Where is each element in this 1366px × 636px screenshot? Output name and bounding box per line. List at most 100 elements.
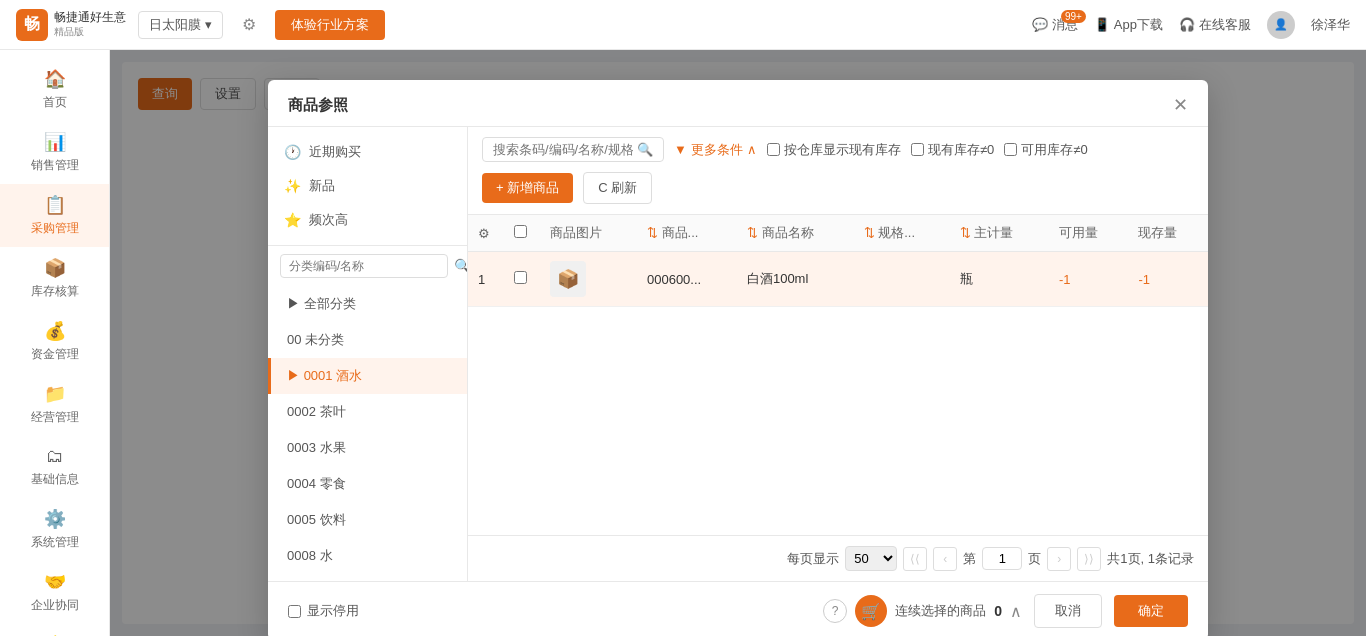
th-code[interactable]: ⇅ 商品... <box>637 215 737 252</box>
modal-title: 商品参照 <box>288 96 348 115</box>
home-icon: 🏠 <box>44 68 66 90</box>
select-all-checkbox[interactable] <box>514 225 527 238</box>
cart-area: ? 🛒 连续选择的商品 0 ∧ <box>823 595 1022 627</box>
first-page-btn[interactable]: ⟨⟨ <box>903 547 927 571</box>
page-word: 第 <box>963 550 976 568</box>
modal-header: 商品参照 ✕ <box>268 80 1208 127</box>
sidebar-item-basic[interactable]: 🗂 基础信息 <box>0 436 109 498</box>
checkbox-usable-ne0[interactable] <box>1004 143 1017 156</box>
basic-icon: 🗂 <box>46 446 64 467</box>
sidebar-label-finance: 资金管理 <box>31 346 79 363</box>
category-search-icon[interactable]: 🔍 <box>454 258 468 274</box>
product-thumbnail: 📦 <box>550 261 586 297</box>
th-spec[interactable]: ⇅ 规格... <box>854 215 950 252</box>
sales-icon: 📊 <box>44 131 66 153</box>
checkbox-warehouse-label[interactable]: 按仓库显示现有库存 <box>767 141 901 159</box>
page-number-input[interactable] <box>982 547 1022 570</box>
th-name[interactable]: ⇅ 商品名称 <box>737 215 854 252</box>
th-checkbox[interactable] <box>504 215 540 252</box>
product-search-input[interactable] <box>493 142 633 157</box>
cell-code: 000600... <box>637 252 737 307</box>
sidebar-item-home[interactable]: 🏠 首页 <box>0 58 109 121</box>
sidebar-item-guide[interactable]: 🌟 新手引导 <box>0 624 109 636</box>
cell-checkbox[interactable] <box>504 252 540 307</box>
table-row[interactable]: 1 📦 000600... 白酒100ml 瓶 <box>468 252 1208 307</box>
top-nav: 畅 畅捷通好生意 精品版 日太阳膜 ▾ ⚙ 体验行业方案 💬 消息 99+ 📱 … <box>0 0 1366 50</box>
category-item-0003[interactable]: 0003 水果 <box>268 430 467 466</box>
category-list: ▶ 全部分类 00 未分类 ▶ 0001 酒水 0002 茶叶 <box>268 286 467 581</box>
sidebar: 🏠 首页 📊 销售管理 📋 采购管理 📦 库存核算 💰 资金管理 📁 经营管理 … <box>0 50 110 636</box>
pagination: 每页显示 50 100 200 ⟨⟨ ‹ 第 页 › <box>468 535 1208 581</box>
cell-stock: -1 <box>1128 252 1208 307</box>
sidebar-item-sales[interactable]: 📊 销售管理 <box>0 121 109 184</box>
cell-unit: 瓶 <box>950 252 1049 307</box>
checkbox-stock-label[interactable]: 现有库存≠0 <box>911 141 994 159</box>
star-icon: ⭐ <box>284 212 301 228</box>
search-icon[interactable]: 🔍 <box>637 142 653 157</box>
purchase-icon: 📋 <box>44 194 66 216</box>
sort-icon-name: ⇅ <box>747 225 758 240</box>
category-item-00[interactable]: 00 未分类 <box>268 322 467 358</box>
tab-frequent[interactable]: ⭐ 频次高 <box>268 203 467 237</box>
filter-btn[interactable]: ▼ 更多条件 ∧ <box>674 141 757 159</box>
nav-right: 💬 消息 99+ 📱 App下载 🎧 在线客服 👤 徐泽华 <box>1032 11 1350 39</box>
app-download-btn[interactable]: 📱 App下载 <box>1094 16 1163 34</box>
online-service-btn[interactable]: 🎧 在线客服 <box>1179 16 1251 34</box>
th-settings[interactable]: ⚙ <box>468 215 504 252</box>
last-page-btn[interactable]: ⟩⟩ <box>1077 547 1101 571</box>
sidebar-item-enterprise[interactable]: 🤝 企业协同 <box>0 561 109 624</box>
category-item-0001[interactable]: ▶ 0001 酒水 <box>268 358 467 394</box>
collapse-cart-icon[interactable]: ∧ <box>1010 602 1022 621</box>
product-reference-modal: 商品参照 ✕ 🕐 近期购买 ✨ <box>268 80 1208 636</box>
cart-count: 0 <box>994 603 1002 619</box>
page-size-select[interactable]: 50 100 200 <box>845 546 897 571</box>
table-header-row: ⚙ 商品图片 ⇅ 商品... ⇅ <box>468 215 1208 252</box>
category-item-0004[interactable]: 0004 零食 <box>268 466 467 502</box>
th-usable: 可用量 <box>1049 215 1128 252</box>
modal-close-btn[interactable]: ✕ <box>1173 94 1188 116</box>
row-checkbox[interactable] <box>514 271 527 284</box>
sidebar-item-purchase[interactable]: 📋 采购管理 <box>0 184 109 247</box>
sidebar-item-system[interactable]: ⚙️ 系统管理 <box>0 498 109 561</box>
category-item-0002[interactable]: 0002 茶叶 <box>268 394 467 430</box>
sort-icon-unit: ⇅ <box>960 225 971 240</box>
avatar: 👤 <box>1267 11 1295 39</box>
refresh-btn[interactable]: C 刷新 <box>583 172 652 204</box>
page-word2: 页 <box>1028 550 1041 568</box>
sidebar-item-operation[interactable]: 📁 经营管理 <box>0 373 109 436</box>
experience-btn[interactable]: 体验行业方案 <box>275 10 385 40</box>
show-disabled-checkbox[interactable] <box>288 605 301 618</box>
sidebar-item-finance[interactable]: 💰 资金管理 <box>0 310 109 373</box>
right-panel: 🔍 ▼ 更多条件 ∧ 按仓库显示现有库存 <box>468 127 1208 581</box>
main-layout: 🏠 首页 📊 销售管理 📋 采购管理 📦 库存核算 💰 资金管理 📁 经营管理 … <box>0 50 1366 636</box>
tab-recent-purchase[interactable]: 🕐 近期购买 <box>268 135 467 169</box>
add-product-btn[interactable]: + 新增商品 <box>482 173 573 203</box>
category-item-0005[interactable]: 0005 饮料 <box>268 502 467 538</box>
help-btn[interactable]: ? <box>823 599 847 623</box>
modal-overlay: 商品参照 ✕ 🕐 近期购买 ✨ <box>110 50 1366 636</box>
show-disabled-label[interactable]: 显示停用 <box>288 602 359 620</box>
category-item-0010[interactable]: 0010 家电 <box>268 574 467 581</box>
cell-index: 1 <box>468 252 504 307</box>
category-item-0008[interactable]: 0008 水 <box>268 538 467 574</box>
product-search-bar: 🔍 <box>482 137 664 162</box>
left-panel: 🕐 近期购买 ✨ 新品 ⭐ 频次高 <box>268 127 468 581</box>
tab-new-products[interactable]: ✨ 新品 <box>268 169 467 203</box>
cancel-btn[interactable]: 取消 <box>1034 594 1102 628</box>
checkbox-usable-label[interactable]: 可用库存≠0 <box>1004 141 1087 159</box>
confirm-btn[interactable]: 确定 <box>1114 595 1188 627</box>
branch-dropdown[interactable]: 日太阳膜 ▾ <box>138 11 223 39</box>
sidebar-label-operation: 经营管理 <box>31 409 79 426</box>
cart-btn[interactable]: 🛒 <box>855 595 887 627</box>
gear-button[interactable]: ⚙ <box>235 11 263 39</box>
th-unit[interactable]: ⇅ 主计量 <box>950 215 1049 252</box>
category-search-input[interactable] <box>280 254 448 278</box>
sidebar-label-enterprise: 企业协同 <box>31 597 79 614</box>
checkbox-warehouse[interactable] <box>767 143 780 156</box>
category-item-all[interactable]: ▶ 全部分类 <box>268 286 467 322</box>
next-page-btn[interactable]: › <box>1047 547 1071 571</box>
prev-page-btn[interactable]: ‹ <box>933 547 957 571</box>
messages-btn[interactable]: 💬 消息 99+ <box>1032 16 1078 34</box>
checkbox-stock-ne0[interactable] <box>911 143 924 156</box>
sidebar-item-inventory[interactable]: 📦 库存核算 <box>0 247 109 310</box>
